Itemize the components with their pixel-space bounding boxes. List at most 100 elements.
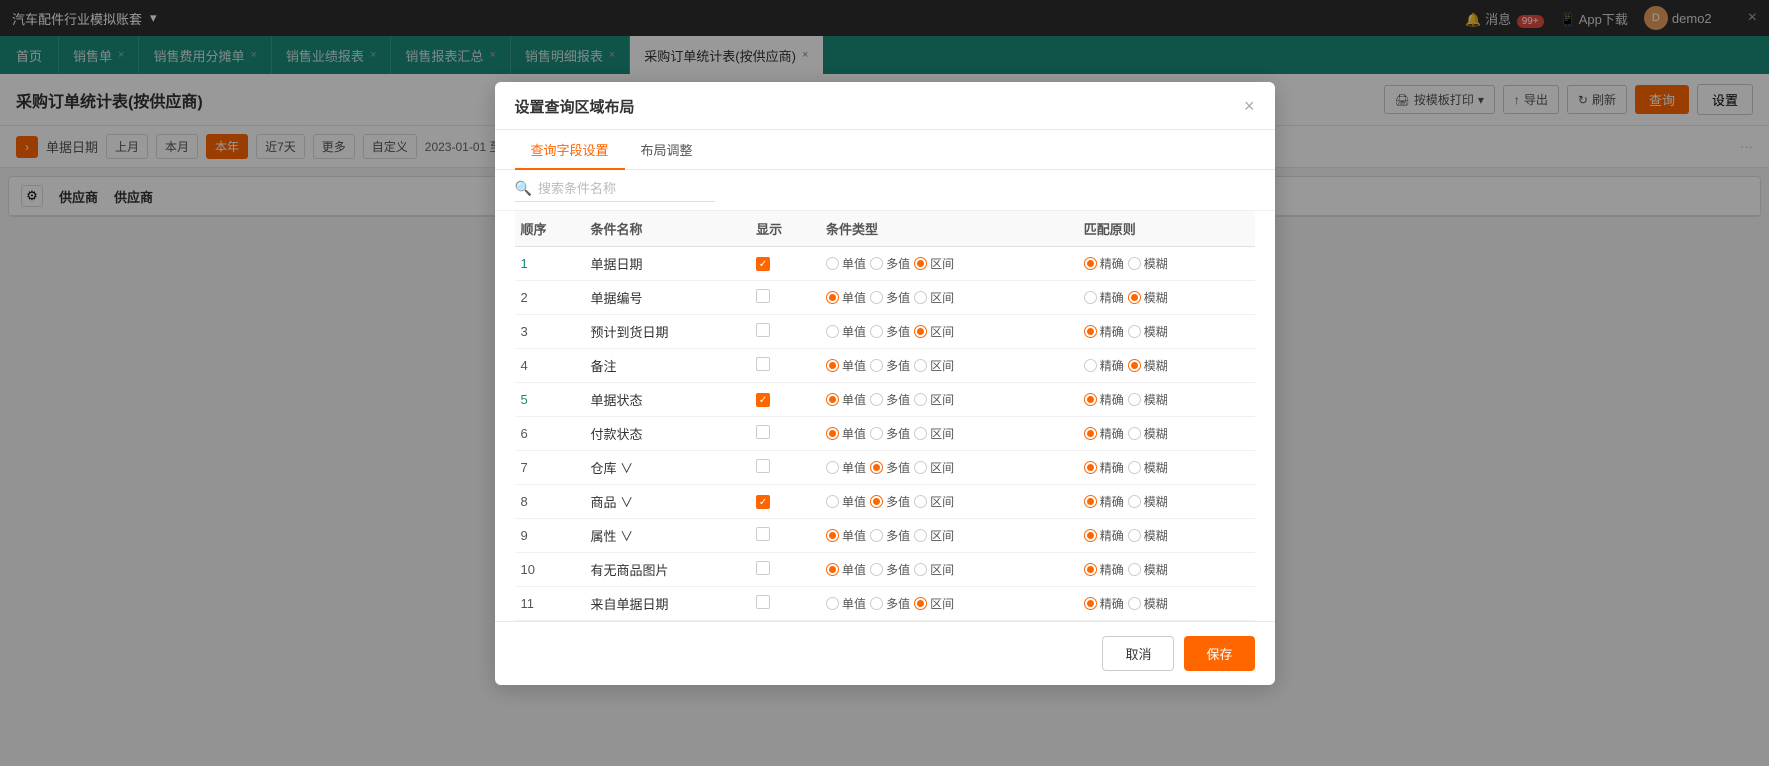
row-display-checkbox[interactable] — [750, 382, 820, 416]
radio-type-区间[interactable]: 区间 — [914, 459, 954, 476]
radio-type-区间[interactable]: 区间 — [914, 425, 954, 442]
radio-match-模糊[interactable]: 模糊 — [1128, 527, 1168, 544]
radio-type-多值[interactable]: 多值 — [870, 357, 910, 374]
row-display-checkbox[interactable] — [750, 484, 820, 518]
radio-type-单值[interactable]: 单值 — [826, 493, 866, 510]
row-display-checkbox[interactable] — [750, 280, 820, 314]
radio-type-单值[interactable]: 单值 — [826, 323, 866, 340]
display-checkbox[interactable] — [756, 595, 770, 609]
display-checkbox[interactable] — [756, 289, 770, 303]
row-order: 1 — [515, 246, 585, 280]
radio-type-单值[interactable]: 单值 — [826, 357, 866, 374]
radio-match-模糊[interactable]: 模糊 — [1128, 391, 1168, 408]
row-type-radios: 单值多值区间 — [820, 552, 1078, 586]
display-checkbox[interactable] — [756, 561, 770, 575]
radio-type-单值[interactable]: 单值 — [826, 289, 866, 306]
dialog-cancel-button[interactable]: 取消 — [1102, 636, 1174, 671]
col-header-order: 顺序 — [515, 211, 585, 247]
radio-type-多值[interactable]: 多值 — [870, 561, 910, 578]
radio-type-区间[interactable]: 区间 — [914, 595, 954, 612]
radio-type-多值[interactable]: 多值 — [870, 391, 910, 408]
radio-type-区间[interactable]: 区间 — [914, 561, 954, 578]
row-match-radios: 精确模糊 — [1078, 518, 1255, 552]
dialog-close-button[interactable]: × — [1244, 97, 1255, 115]
radio-type-区间[interactable]: 区间 — [914, 323, 954, 340]
row-condition-name: 备注 — [584, 348, 750, 382]
radio-type-区间[interactable]: 区间 — [914, 493, 954, 510]
radio-match-精确[interactable]: 精确 — [1084, 255, 1124, 272]
row-match-radios: 精确模糊 — [1078, 450, 1255, 484]
radio-match-精确[interactable]: 精确 — [1084, 289, 1124, 306]
display-checkbox[interactable] — [756, 425, 770, 439]
table-row: 3预计到货日期单值多值区间精确模糊 — [515, 314, 1255, 348]
radio-type-区间[interactable]: 区间 — [914, 289, 954, 306]
display-checkbox[interactable] — [756, 495, 770, 509]
radio-match-精确[interactable]: 精确 — [1084, 357, 1124, 374]
display-checkbox[interactable] — [756, 357, 770, 371]
radio-match-精确[interactable]: 精确 — [1084, 527, 1124, 544]
radio-match-精确[interactable]: 精确 — [1084, 595, 1124, 612]
dialog-tab-query-fields[interactable]: 查询字段设置 — [515, 130, 625, 170]
table-row: 2单据编号单值多值区间精确模糊 — [515, 280, 1255, 314]
row-type-radios: 单值多值区间 — [820, 382, 1078, 416]
radio-type-多值[interactable]: 多值 — [870, 289, 910, 306]
dialog-title: 设置查询区域布局 — [515, 96, 635, 117]
row-display-checkbox[interactable] — [750, 518, 820, 552]
radio-match-模糊[interactable]: 模糊 — [1128, 493, 1168, 510]
radio-match-精确[interactable]: 精确 — [1084, 561, 1124, 578]
dialog-tabs: 查询字段设置 布局调整 — [495, 130, 1275, 170]
radio-match-模糊[interactable]: 模糊 — [1128, 289, 1168, 306]
radio-type-多值[interactable]: 多值 — [870, 425, 910, 442]
radio-match-精确[interactable]: 精确 — [1084, 493, 1124, 510]
display-checkbox[interactable] — [756, 393, 770, 407]
radio-match-模糊[interactable]: 模糊 — [1128, 595, 1168, 612]
radio-type-单值[interactable]: 单值 — [826, 459, 866, 476]
row-display-checkbox[interactable] — [750, 246, 820, 280]
radio-type-单值[interactable]: 单值 — [826, 391, 866, 408]
dialog-save-button[interactable]: 保存 — [1184, 636, 1254, 671]
radio-match-精确[interactable]: 精确 — [1084, 391, 1124, 408]
radio-match-模糊[interactable]: 模糊 — [1128, 323, 1168, 340]
radio-type-单值[interactable]: 单值 — [826, 425, 866, 442]
display-checkbox[interactable] — [756, 323, 770, 337]
radio-type-单值[interactable]: 单值 — [826, 527, 866, 544]
row-display-checkbox[interactable] — [750, 552, 820, 586]
radio-match-精确[interactable]: 精确 — [1084, 425, 1124, 442]
radio-type-区间[interactable]: 区间 — [914, 255, 954, 272]
radio-type-多值[interactable]: 多值 — [870, 255, 910, 272]
row-condition-name: 有无商品图片 — [584, 552, 750, 586]
dialog-header: 设置查询区域布局 × — [495, 82, 1275, 130]
radio-match-模糊[interactable]: 模糊 — [1128, 459, 1168, 476]
radio-type-多值[interactable]: 多值 — [870, 459, 910, 476]
search-input[interactable] — [538, 181, 698, 196]
radio-match-精确[interactable]: 精确 — [1084, 323, 1124, 340]
radio-type-区间[interactable]: 区间 — [914, 357, 954, 374]
row-display-checkbox[interactable] — [750, 314, 820, 348]
radio-type-多值[interactable]: 多值 — [870, 527, 910, 544]
row-order: 7 — [515, 450, 585, 484]
radio-match-模糊[interactable]: 模糊 — [1128, 255, 1168, 272]
row-order: 6 — [515, 416, 585, 450]
display-checkbox[interactable] — [756, 459, 770, 473]
radio-type-多值[interactable]: 多值 — [870, 493, 910, 510]
radio-type-区间[interactable]: 区间 — [914, 391, 954, 408]
radio-type-单值[interactable]: 单值 — [826, 595, 866, 612]
row-display-checkbox[interactable] — [750, 450, 820, 484]
row-display-checkbox[interactable] — [750, 348, 820, 382]
dialog-tab-layout-adjust[interactable]: 布局调整 — [625, 130, 709, 170]
radio-match-模糊[interactable]: 模糊 — [1128, 425, 1168, 442]
radio-match-模糊[interactable]: 模糊 — [1128, 561, 1168, 578]
display-checkbox[interactable] — [756, 257, 770, 271]
row-display-checkbox[interactable] — [750, 416, 820, 450]
row-type-radios: 单值多值区间 — [820, 246, 1078, 280]
radio-match-模糊[interactable]: 模糊 — [1128, 357, 1168, 374]
radio-type-单值[interactable]: 单值 — [826, 255, 866, 272]
radio-type-区间[interactable]: 区间 — [914, 527, 954, 544]
radio-match-精确[interactable]: 精确 — [1084, 459, 1124, 476]
row-order: 2 — [515, 280, 585, 314]
radio-type-多值[interactable]: 多值 — [870, 595, 910, 612]
radio-type-单值[interactable]: 单值 — [826, 561, 866, 578]
radio-type-多值[interactable]: 多值 — [870, 323, 910, 340]
row-display-checkbox[interactable] — [750, 586, 820, 620]
display-checkbox[interactable] — [756, 527, 770, 541]
